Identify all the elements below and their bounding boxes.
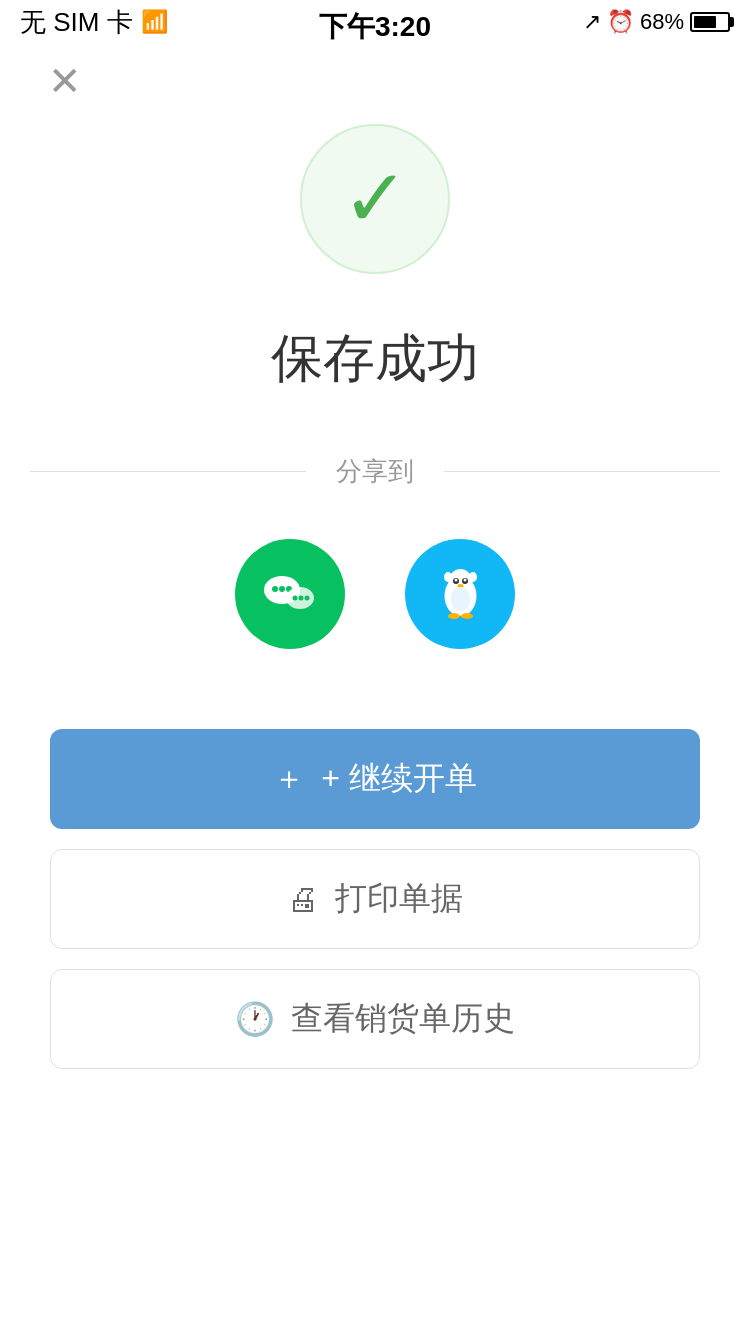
close-button[interactable]: ✕ — [40, 56, 90, 106]
print-button[interactable]: 🖨 打印单据 — [50, 849, 700, 949]
svg-point-15 — [448, 613, 460, 619]
plus-icon: ＋ — [273, 757, 305, 801]
svg-point-2 — [279, 586, 285, 592]
continue-button[interactable]: ＋ + 继续开单 — [50, 729, 700, 829]
wifi-icon: 📶 — [141, 9, 168, 35]
success-circle: ✓ — [300, 124, 450, 274]
qq-icon — [428, 562, 493, 627]
svg-point-7 — [304, 595, 309, 600]
actions: ＋ + 继续开单 🖨 打印单据 🕐 查看销货单历史 — [50, 729, 700, 1069]
svg-point-17 — [450, 587, 470, 611]
svg-point-5 — [292, 595, 297, 600]
share-divider: 分享到 — [0, 454, 750, 489]
svg-point-13 — [463, 578, 466, 581]
clock-icon: 🕐 — [235, 1000, 275, 1038]
no-sim-label: 无 SIM 卡 — [20, 5, 133, 40]
print-label: 打印单据 — [335, 877, 463, 921]
status-time: 下午3:20 — [319, 8, 431, 46]
wechat-share-button[interactable] — [235, 539, 345, 649]
alarm-icon: ⏰ — [607, 9, 634, 35]
success-title: 保存成功 — [271, 324, 479, 394]
svg-point-18 — [444, 572, 452, 582]
main-content: ✓ 保存成功 分享到 — [0, 44, 750, 1069]
svg-point-1 — [272, 586, 278, 592]
battery-icon — [690, 12, 730, 32]
svg-point-19 — [469, 572, 477, 582]
share-icons — [235, 539, 515, 649]
divider-left — [30, 471, 306, 472]
svg-point-12 — [454, 578, 457, 581]
history-button[interactable]: 🕐 查看销货单历史 — [50, 969, 700, 1069]
svg-point-6 — [298, 595, 303, 600]
history-label: 查看销货单历史 — [291, 997, 515, 1041]
qq-share-button[interactable] — [405, 539, 515, 649]
divider-right — [444, 471, 720, 472]
close-icon: ✕ — [48, 61, 82, 101]
share-label: 分享到 — [336, 454, 414, 489]
checkmark-icon: ✓ — [342, 159, 409, 239]
printer-icon: 🖨 — [287, 881, 319, 918]
svg-point-16 — [461, 613, 473, 619]
battery-text: 68% — [640, 9, 684, 35]
status-bar: 无 SIM 卡 📶 下午3:20 ↗ ⏰ 68% — [0, 0, 750, 44]
wechat-icon — [258, 562, 323, 627]
location-icon: ↗ — [583, 9, 601, 35]
status-right: ↗ ⏰ 68% — [583, 9, 730, 35]
battery-fill — [694, 16, 716, 28]
continue-label: + 继续开单 — [321, 757, 477, 801]
status-left: 无 SIM 卡 📶 — [20, 5, 168, 40]
